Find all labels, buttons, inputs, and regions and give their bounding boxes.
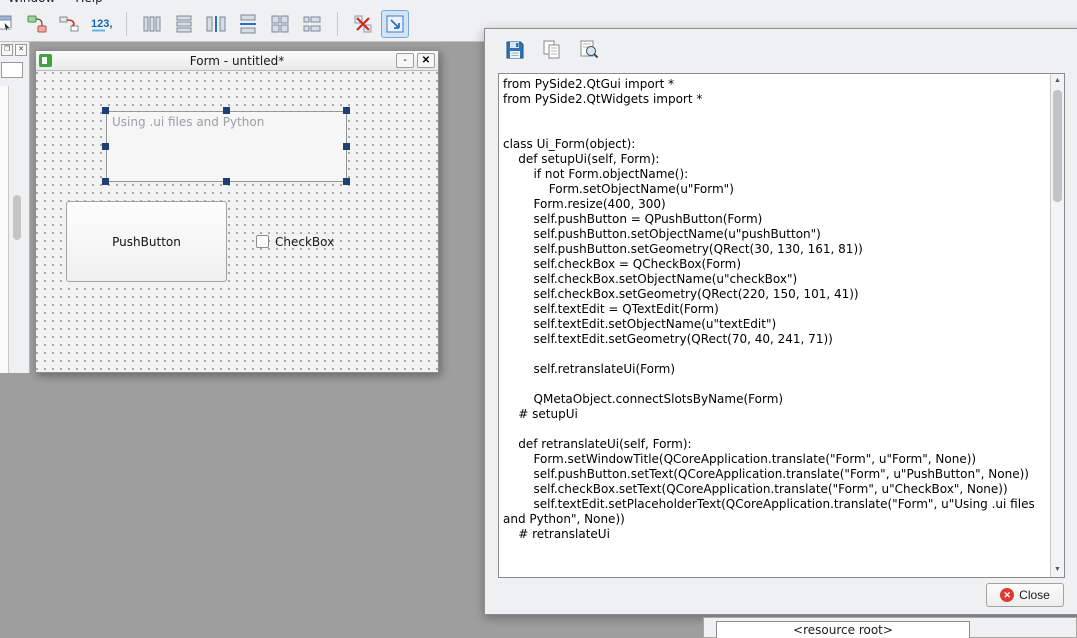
lay-out-vertically-icon[interactable] xyxy=(170,10,198,38)
edit-signals-slots-glyph xyxy=(26,13,48,35)
scroll-up-icon[interactable]: ▲ xyxy=(1051,74,1064,88)
lay-out-grid-glyph xyxy=(269,13,291,35)
scrollbar-thumb[interactable] xyxy=(1053,90,1062,202)
adjust-size-icon[interactable] xyxy=(381,10,409,38)
edit-tab-order-glyph: 123, xyxy=(89,13,113,35)
dock-scrollbar-thumb[interactable] xyxy=(13,195,21,240)
find-glyph xyxy=(577,38,601,62)
lay-out-vertically-glyph xyxy=(173,13,195,35)
checkbox-indicator[interactable] xyxy=(256,235,269,248)
form-editor-window: Form - untitled* - ✕ Using .ui files and… xyxy=(35,50,439,373)
svg-text:123,: 123, xyxy=(91,18,112,30)
minimize-button[interactable]: - xyxy=(396,53,414,68)
form-window-titlebar[interactable]: Form - untitled* - ✕ xyxy=(36,51,438,71)
lay-out-grid-icon[interactable] xyxy=(266,10,294,38)
menu-window[interactable]: Window xyxy=(8,0,55,5)
edit-signals-slots-icon[interactable] xyxy=(23,10,51,38)
edit-buddies-icon[interactable] xyxy=(55,10,83,38)
lay-out-horizontal-splitter-glyph xyxy=(205,13,227,35)
close-button[interactable]: ✕ xyxy=(417,53,435,68)
edit-buddies-glyph xyxy=(58,13,80,35)
lay-out-form-layout-icon[interactable] xyxy=(298,10,326,38)
lay-out-vertical-splitter-icon[interactable] xyxy=(234,10,262,38)
selection-handle-top-right[interactable] xyxy=(343,107,350,114)
qt-designer-window: Window Help xyxy=(0,0,1077,638)
edit-tab-order-icon[interactable]: 123, xyxy=(87,10,115,38)
textedit-widget[interactable]: Using .ui files and Python xyxy=(106,111,347,182)
checkbox-widget[interactable]: CheckBox xyxy=(256,221,357,262)
selection-handle-bottom-left[interactable] xyxy=(102,178,109,185)
left-dock-panel: ❐ ✕ xyxy=(0,42,30,373)
code-text: from PySide2.QtGui import * from PySide2… xyxy=(499,74,1050,545)
break-layout-icon[interactable] xyxy=(349,10,377,38)
lay-out-horizontally-icon[interactable] xyxy=(138,10,166,38)
selection-handle-top-left[interactable] xyxy=(102,107,109,114)
close-button-label: Close xyxy=(1019,588,1050,602)
save-glyph xyxy=(503,38,527,62)
code-scrollbar[interactable]: ▲ ▼ xyxy=(1050,74,1064,577)
menu-help[interactable]: Help xyxy=(75,0,102,5)
selection-handle-mid-left[interactable] xyxy=(102,143,109,150)
form-canvas[interactable]: Using .ui files and Python PushButton Ch… xyxy=(36,71,438,372)
close-circle-icon: ✕ xyxy=(1000,588,1014,602)
copy-icon[interactable] xyxy=(539,37,565,63)
resource-browser-panel: <resource root> xyxy=(703,617,1077,638)
lay-out-horizontal-splitter-icon[interactable] xyxy=(202,10,230,38)
lay-out-form-layout-glyph xyxy=(301,13,323,35)
dock-buttons: ❐ ✕ xyxy=(1,44,27,56)
dock-close-icon[interactable]: ✕ xyxy=(15,44,27,56)
dock-filter-field[interactable] xyxy=(1,62,23,78)
selection-handle-mid-right[interactable] xyxy=(343,143,350,150)
view-code-dialog: from PySide2.QtGui import * from PySide2… xyxy=(484,28,1077,615)
form-window-title: Form - untitled* xyxy=(36,54,438,68)
pushbutton-widget[interactable]: PushButton xyxy=(66,201,227,282)
dock-restore-icon[interactable]: ❐ xyxy=(1,44,13,56)
edit-widgets-icon[interactable] xyxy=(0,10,19,38)
toolbar-separator xyxy=(337,12,338,36)
code-dialog-toolbar xyxy=(485,29,1077,63)
scroll-down-icon[interactable]: ▼ xyxy=(1051,563,1064,577)
edit-widgets-glyph xyxy=(0,13,16,35)
close-dialog-button[interactable]: ✕ Close xyxy=(986,583,1064,607)
find-icon[interactable] xyxy=(576,37,602,63)
selection-handle-bottom-mid[interactable] xyxy=(223,178,230,185)
widgetbox-edge xyxy=(0,86,9,373)
code-text-area[interactable]: from PySide2.QtGui import * from PySide2… xyxy=(498,73,1065,578)
toolbar-separator xyxy=(126,12,127,36)
selection-handle-bottom-right[interactable] xyxy=(343,178,350,185)
resource-root-item[interactable]: <resource root> xyxy=(716,621,970,638)
lay-out-vertical-splitter-glyph xyxy=(237,13,259,35)
adjust-size-glyph xyxy=(384,13,406,35)
selection-handle-top-mid[interactable] xyxy=(223,107,230,114)
lay-out-horizontally-glyph xyxy=(141,13,163,35)
checkbox-label: CheckBox xyxy=(275,235,334,249)
copy-glyph xyxy=(540,38,564,62)
break-layout-glyph xyxy=(352,13,374,35)
save-icon[interactable] xyxy=(502,37,528,63)
